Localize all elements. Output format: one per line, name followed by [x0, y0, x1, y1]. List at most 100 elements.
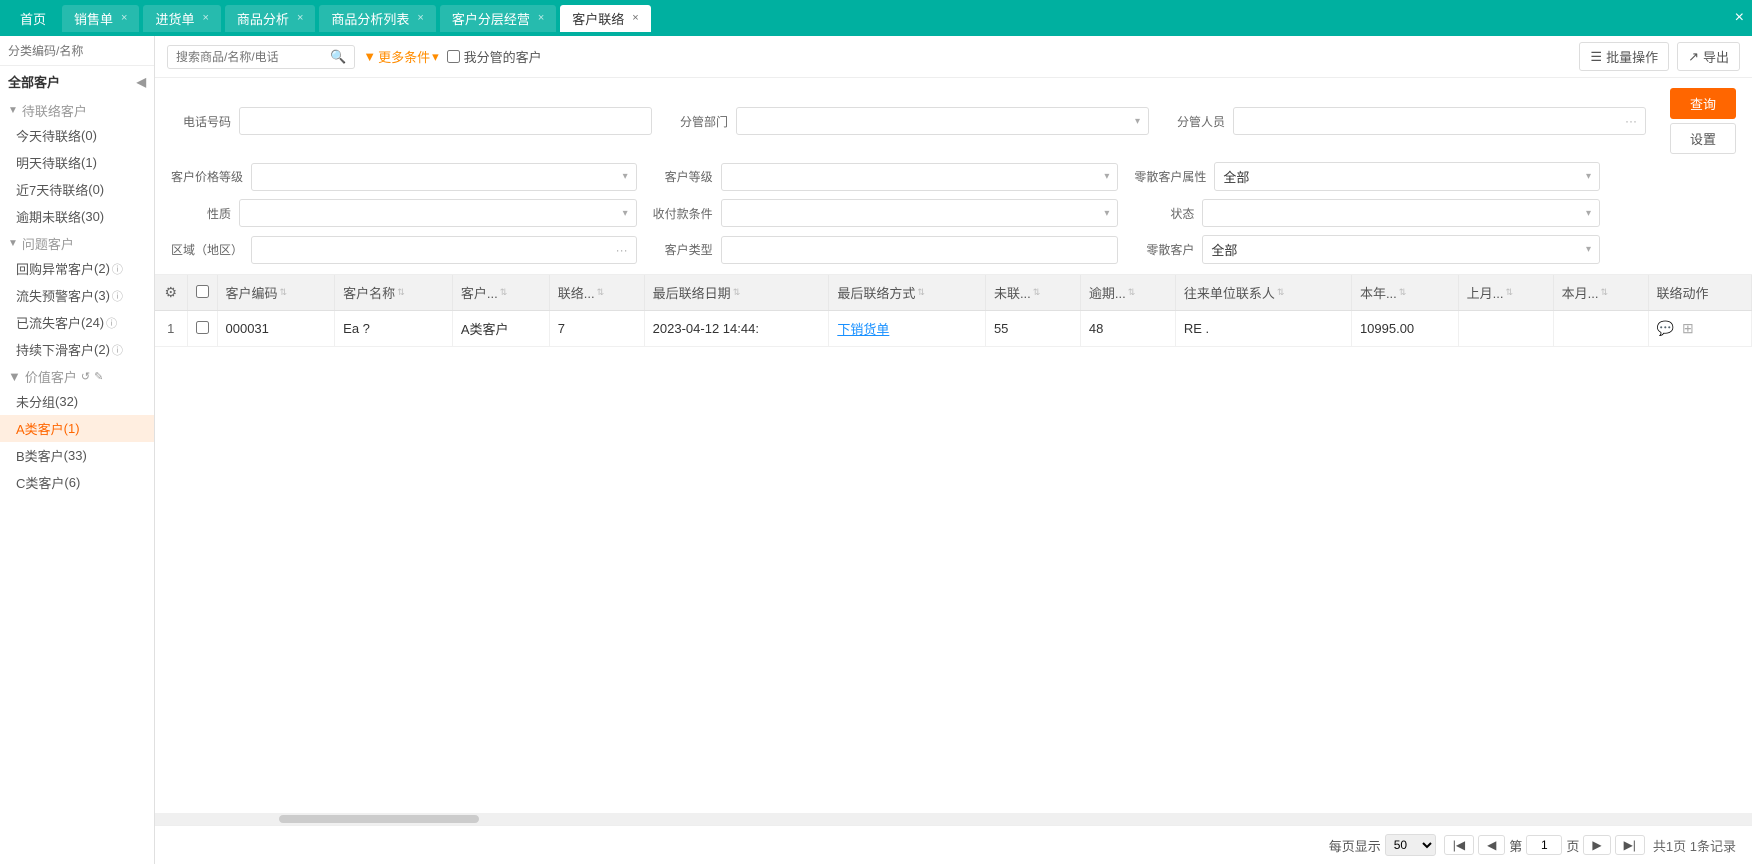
- gear-settings-icon[interactable]: ⚙: [164, 284, 177, 300]
- filter-more-button[interactable]: ▼ 更多条件 ▾: [363, 47, 438, 66]
- row-action-share-icon[interactable]: ⊞: [1682, 320, 1694, 337]
- sidebar-item-class-b[interactable]: B类客户 (33): [0, 442, 154, 469]
- col-name-sort-icon[interactable]: ⇅: [397, 287, 405, 298]
- customer-level-select[interactable]: ▾: [721, 163, 1119, 191]
- row-last-method[interactable]: 下销货单: [837, 322, 889, 337]
- my-customers-checkbox[interactable]: [447, 50, 460, 63]
- declining-info-icon[interactable]: ⓘ: [112, 342, 123, 358]
- close-all-tabs-button[interactable]: ×: [1735, 9, 1744, 27]
- price-level-select[interactable]: ▾: [251, 163, 637, 191]
- close-analysis-icon[interactable]: ×: [297, 12, 303, 24]
- col-not-contacted-sort-icon[interactable]: ⇅: [1033, 287, 1041, 298]
- payment-select[interactable]: ▾: [721, 199, 1119, 227]
- sidebar-item-class-a[interactable]: A类客户 (1): [0, 415, 154, 442]
- col-type-sort-icon[interactable]: ⇅: [500, 287, 508, 298]
- horizontal-scrollbar-thumb[interactable]: [279, 815, 479, 823]
- col-actions: 联络动作: [1648, 275, 1751, 311]
- col-overdue: 逾期... ⇅: [1080, 275, 1175, 311]
- sidebar-item-ungrouped[interactable]: 未分组 (32): [0, 388, 154, 415]
- per-page-select[interactable]: 50 100 200: [1385, 834, 1436, 856]
- value-edit-icon[interactable]: ✎: [94, 370, 103, 383]
- nav-tab-sales[interactable]: 销售单 ×: [62, 5, 139, 32]
- sidebar-item-churn-warning[interactable]: 流失预警客户 (3) ⓘ: [0, 282, 154, 309]
- retail-customer-select[interactable]: 全部 ▾: [1202, 235, 1600, 264]
- phone-input[interactable]: [239, 107, 652, 135]
- table-header-row: ⚙ 客户编码 ⇅ 客户名称: [155, 275, 1752, 311]
- nav-tab-home[interactable]: 首页: [8, 5, 58, 32]
- col-gear[interactable]: ⚙: [155, 275, 187, 311]
- all-customers-header[interactable]: 全部客户 ◀: [0, 66, 154, 97]
- col-overdue-sort-icon[interactable]: ⇅: [1128, 287, 1136, 298]
- value-group-text: 价值客户: [25, 367, 77, 386]
- nav-tab-analysis[interactable]: 商品分析 ×: [225, 5, 315, 32]
- nature-select[interactable]: ▾: [239, 199, 637, 227]
- close-analysis-list-icon[interactable]: ×: [417, 12, 423, 24]
- sidebar-item-overdue-pending[interactable]: 逾期未联络 (30): [0, 203, 154, 230]
- row-not-contacted: 55: [994, 321, 1008, 336]
- row-action-comment-icon[interactable]: 💬: [1657, 320, 1674, 337]
- export-button[interactable]: ↗ 导出: [1677, 42, 1740, 71]
- col-last-method-sort-icon[interactable]: ⇅: [917, 287, 925, 298]
- abnormal-repurchase-info-icon[interactable]: ⓘ: [112, 261, 123, 277]
- retail-attr-select[interactable]: 全部 ▾: [1214, 162, 1600, 191]
- filter-right-actions: ☰ 批量操作 ↗ 导出: [1579, 42, 1740, 71]
- prev-page-button[interactable]: ◀: [1478, 835, 1505, 855]
- filter-search-icon[interactable]: 🔍: [330, 49, 346, 65]
- batch-ops-button[interactable]: ☰ 批量操作: [1579, 42, 1669, 71]
- col-checkbox[interactable]: [187, 275, 217, 311]
- value-refresh-icon[interactable]: ↺: [81, 370, 90, 383]
- overdue-pending-count: (30): [81, 209, 104, 224]
- next-page-button[interactable]: ▶: [1583, 835, 1610, 855]
- customer-type-input[interactable]: [721, 236, 1119, 264]
- first-page-button[interactable]: |◀: [1444, 835, 1474, 855]
- manager-select[interactable]: ···: [1233, 107, 1646, 135]
- col-this-year-sort-icon[interactable]: ⇅: [1399, 287, 1407, 298]
- sidebar-item-tomorrow-pending[interactable]: 明天待联络 (1): [0, 149, 154, 176]
- last-page-button[interactable]: ▶|: [1615, 835, 1645, 855]
- close-customer-contact-icon[interactable]: ×: [632, 12, 638, 24]
- row-contact-person: RE .: [1184, 321, 1209, 336]
- customer-type-label: 客户类型: [653, 241, 713, 258]
- close-sales-icon[interactable]: ×: [121, 12, 127, 24]
- sidebar-item-week-pending[interactable]: 近7天待联络 (0): [0, 176, 154, 203]
- close-customer-mgmt-icon[interactable]: ×: [538, 12, 544, 24]
- col-code-sort-icon[interactable]: ⇅: [280, 287, 288, 298]
- sidebar-item-abnormal-repurchase[interactable]: 回购异常客户 (2) ⓘ: [0, 255, 154, 282]
- nav-tab-customer-contact[interactable]: 客户联络 ×: [560, 5, 650, 32]
- pending-group-label: ▼ 待联络客户: [0, 97, 154, 122]
- churn-warning-info-icon[interactable]: ⓘ: [112, 288, 123, 304]
- settings-button[interactable]: 设置: [1670, 123, 1736, 154]
- sidebar-item-declining[interactable]: 持续下滑客户 (2) ⓘ: [0, 336, 154, 363]
- col-contact-person-sort-icon[interactable]: ⇅: [1277, 287, 1285, 298]
- row-num: 1: [155, 311, 187, 347]
- my-customers-checkbox-container[interactable]: 我分管的客户: [447, 47, 542, 66]
- col-contact-person: 往来单位联系人 ⇅: [1175, 275, 1351, 311]
- region-select[interactable]: ···: [251, 236, 637, 264]
- col-last-month-sort-icon[interactable]: ⇅: [1505, 287, 1513, 298]
- sidebar-item-class-c[interactable]: C类客户 (6): [0, 469, 154, 496]
- close-purchase-icon[interactable]: ×: [202, 12, 208, 24]
- nav-tab-analysis-list[interactable]: 商品分析列表 ×: [319, 5, 435, 32]
- horizontal-scrollbar[interactable]: [155, 813, 1752, 825]
- churned-info-icon[interactable]: ⓘ: [106, 315, 117, 331]
- select-all-checkbox[interactable]: [196, 285, 209, 298]
- col-last-date-sort-icon[interactable]: ⇅: [733, 287, 741, 298]
- sidebar-item-today-pending[interactable]: 今天待联络 (0): [0, 122, 154, 149]
- filter-search-input[interactable]: [176, 50, 326, 64]
- row-checkbox[interactable]: [196, 321, 209, 334]
- sidebar-search-input[interactable]: [8, 44, 155, 58]
- col-this-month-sort-icon[interactable]: ⇅: [1600, 287, 1608, 298]
- col-last-month-label: 上月...: [1467, 283, 1504, 302]
- col-last-month: 上月... ⇅: [1458, 275, 1553, 311]
- status-select[interactable]: ▾: [1202, 199, 1600, 227]
- nav-tab-purchase[interactable]: 进货单 ×: [143, 5, 220, 32]
- department-select[interactable]: ▾: [736, 107, 1149, 135]
- row-checkbox-cell[interactable]: [187, 311, 217, 347]
- nav-tab-customer-mgmt[interactable]: 客户分层经营 ×: [440, 5, 556, 32]
- sidebar-item-churned[interactable]: 已流失客户 (24) ⓘ: [0, 309, 154, 336]
- query-button[interactable]: 查询: [1670, 88, 1736, 119]
- col-contact-sort-icon[interactable]: ⇅: [597, 287, 605, 298]
- collapse-sidebar-icon[interactable]: ◀: [137, 75, 146, 89]
- row-last-method-cell[interactable]: 下销货单: [829, 311, 986, 347]
- page-input[interactable]: [1526, 835, 1562, 855]
